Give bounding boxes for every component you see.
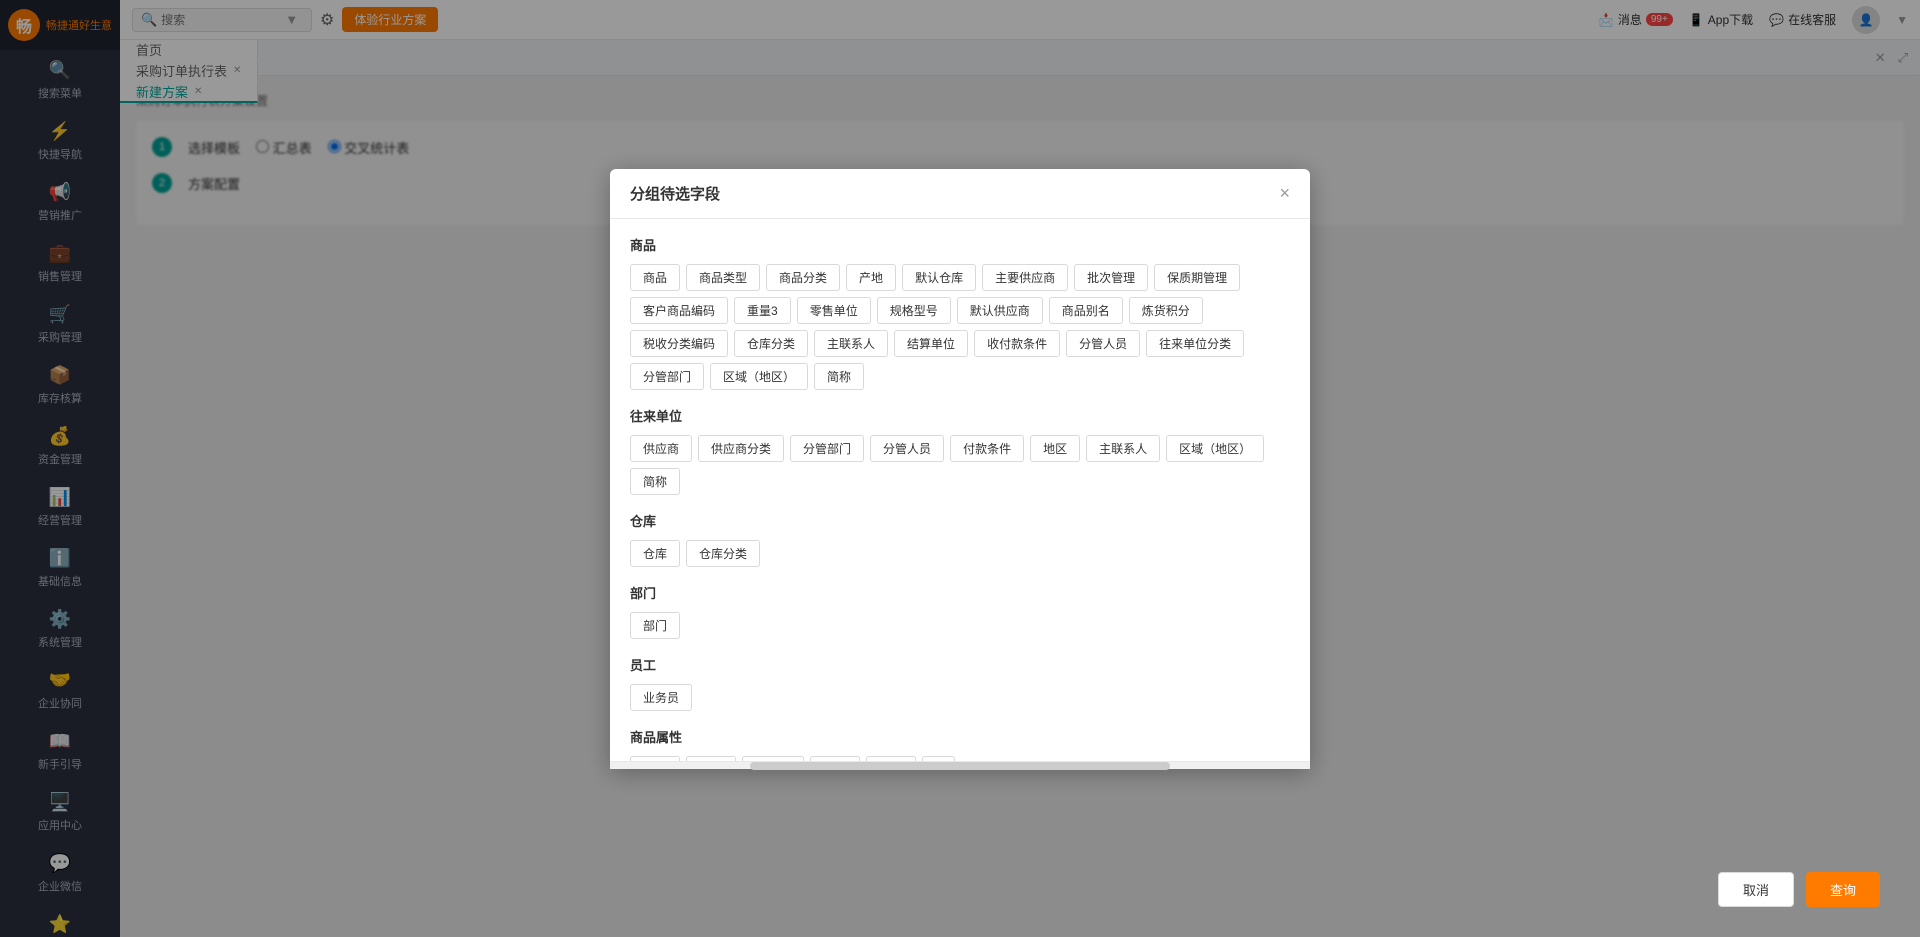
cancel-button[interactable]: 取消 bbox=[1718, 872, 1794, 907]
dialog-title: 分组待选字段 bbox=[630, 183, 720, 204]
dialog-close-button[interactable]: × bbox=[1279, 184, 1290, 202]
field-tag-零售单位[interactable]: 零售单位 bbox=[797, 297, 871, 324]
field-tags-员工: 业务员 bbox=[630, 684, 1290, 711]
field-tag-仓库[interactable]: 仓库 bbox=[630, 540, 680, 567]
section-title-往来单位: 往来单位 bbox=[630, 406, 1290, 425]
field-tag-区域（地区）[interactable]: 区域（地区） bbox=[1166, 435, 1264, 462]
section-title-商品: 商品 bbox=[630, 235, 1290, 254]
field-tag-规格型号[interactable]: 规格型号 bbox=[877, 297, 951, 324]
field-tag-分管部门[interactable]: 分管部门 bbox=[630, 363, 704, 390]
field-tag-仓库分类[interactable]: 仓库分类 bbox=[734, 330, 808, 357]
field-tag-收付款条件[interactable]: 收付款条件 bbox=[974, 330, 1060, 357]
dialog-scrollbar[interactable] bbox=[610, 761, 1310, 769]
field-tag-分管部门[interactable]: 分管部门 bbox=[790, 435, 864, 462]
field-tag-保质期管理[interactable]: 保质期管理 bbox=[1154, 264, 1240, 291]
field-tag-付款条件[interactable]: 付款条件 bbox=[950, 435, 1024, 462]
field-tag-部门[interactable]: 部门 bbox=[630, 612, 680, 639]
field-tag-商品类型[interactable]: 商品类型 bbox=[686, 264, 760, 291]
field-tag-商品别名[interactable]: 商品别名 bbox=[1049, 297, 1123, 324]
field-tag-供应商[interactable]: 供应商 bbox=[630, 435, 692, 462]
section-title-仓库: 仓库 bbox=[630, 511, 1290, 530]
section-title-部门: 部门 bbox=[630, 583, 1290, 602]
section-title-商品属性: 商品属性 bbox=[630, 727, 1290, 746]
field-tag-主要供应商[interactable]: 主要供应商 bbox=[982, 264, 1068, 291]
field-tag-税收分类编码[interactable]: 税收分类编码 bbox=[630, 330, 728, 357]
field-tag-主联系人[interactable]: 主联系人 bbox=[814, 330, 888, 357]
field-tags-往来单位: 供应商供应商分类分管部门分管人员付款条件地区主联系人区域（地区） 简称 bbox=[630, 435, 1290, 495]
field-tag-结算单位[interactable]: 结算单位 bbox=[894, 330, 968, 357]
field-tag-业务员[interactable]: 业务员 bbox=[630, 684, 692, 711]
field-tag-供应商分类[interactable]: 供应商分类 bbox=[698, 435, 784, 462]
field-tag-商品[interactable]: 商品 bbox=[630, 264, 680, 291]
dialog-header: 分组待选字段 × bbox=[610, 169, 1310, 219]
field-tag-批次管理[interactable]: 批次管理 bbox=[1074, 264, 1148, 291]
dialog-footer: 取消 查询 bbox=[1718, 872, 1880, 907]
dialog-scrollbar-thumb bbox=[750, 762, 1170, 770]
field-tag-默认供应商[interactable]: 默认供应商 bbox=[957, 297, 1043, 324]
field-tag-默认仓库[interactable]: 默认仓库 bbox=[902, 264, 976, 291]
field-tag-主联系人[interactable]: 主联系人 bbox=[1086, 435, 1160, 462]
section-title-员工: 员工 bbox=[630, 655, 1290, 674]
field-tag-往来单位分类[interactable]: 往来单位分类 bbox=[1146, 330, 1244, 357]
confirm-button[interactable]: 查询 bbox=[1806, 872, 1880, 907]
field-tag-产地[interactable]: 产地 bbox=[846, 264, 896, 291]
field-tag-分管人员[interactable]: 分管人员 bbox=[1066, 330, 1140, 357]
field-tag-简称[interactable]: 简称 bbox=[814, 363, 864, 390]
field-tag-客户商品编码[interactable]: 客户商品编码 bbox=[630, 297, 728, 324]
field-tag-分管人员[interactable]: 分管人员 bbox=[870, 435, 944, 462]
field-tag-简称[interactable]: 简称 bbox=[630, 468, 680, 495]
field-tags-商品: 商品商品类型商品分类产地默认仓库主要供应商批次管理保质期管理客户商品编码重量3零… bbox=[630, 264, 1290, 390]
field-tag-重量3[interactable]: 重量3 bbox=[734, 297, 791, 324]
field-tag-炼货积分[interactable]: 炼货积分 bbox=[1129, 297, 1203, 324]
field-tags-部门: 部门 bbox=[630, 612, 1290, 639]
field-select-dialog: 分组待选字段 × 商品商品商品类型商品分类产地默认仓库主要供应商批次管理保质期管… bbox=[610, 169, 1310, 769]
field-tag-商品分类[interactable]: 商品分类 bbox=[766, 264, 840, 291]
field-tag-仓库分类[interactable]: 仓库分类 bbox=[686, 540, 760, 567]
field-tag-区域（地区）[interactable]: 区域（地区） bbox=[710, 363, 808, 390]
dialog-body: 商品商品商品类型商品分类产地默认仓库主要供应商批次管理保质期管理客户商品编码重量… bbox=[610, 219, 1310, 761]
field-tag-地区[interactable]: 地区 bbox=[1030, 435, 1080, 462]
dialog-overlay: 分组待选字段 × 商品商品商品类型商品分类产地默认仓库主要供应商批次管理保质期管… bbox=[0, 0, 1920, 937]
field-tags-仓库: 仓库仓库分类 bbox=[630, 540, 1290, 567]
